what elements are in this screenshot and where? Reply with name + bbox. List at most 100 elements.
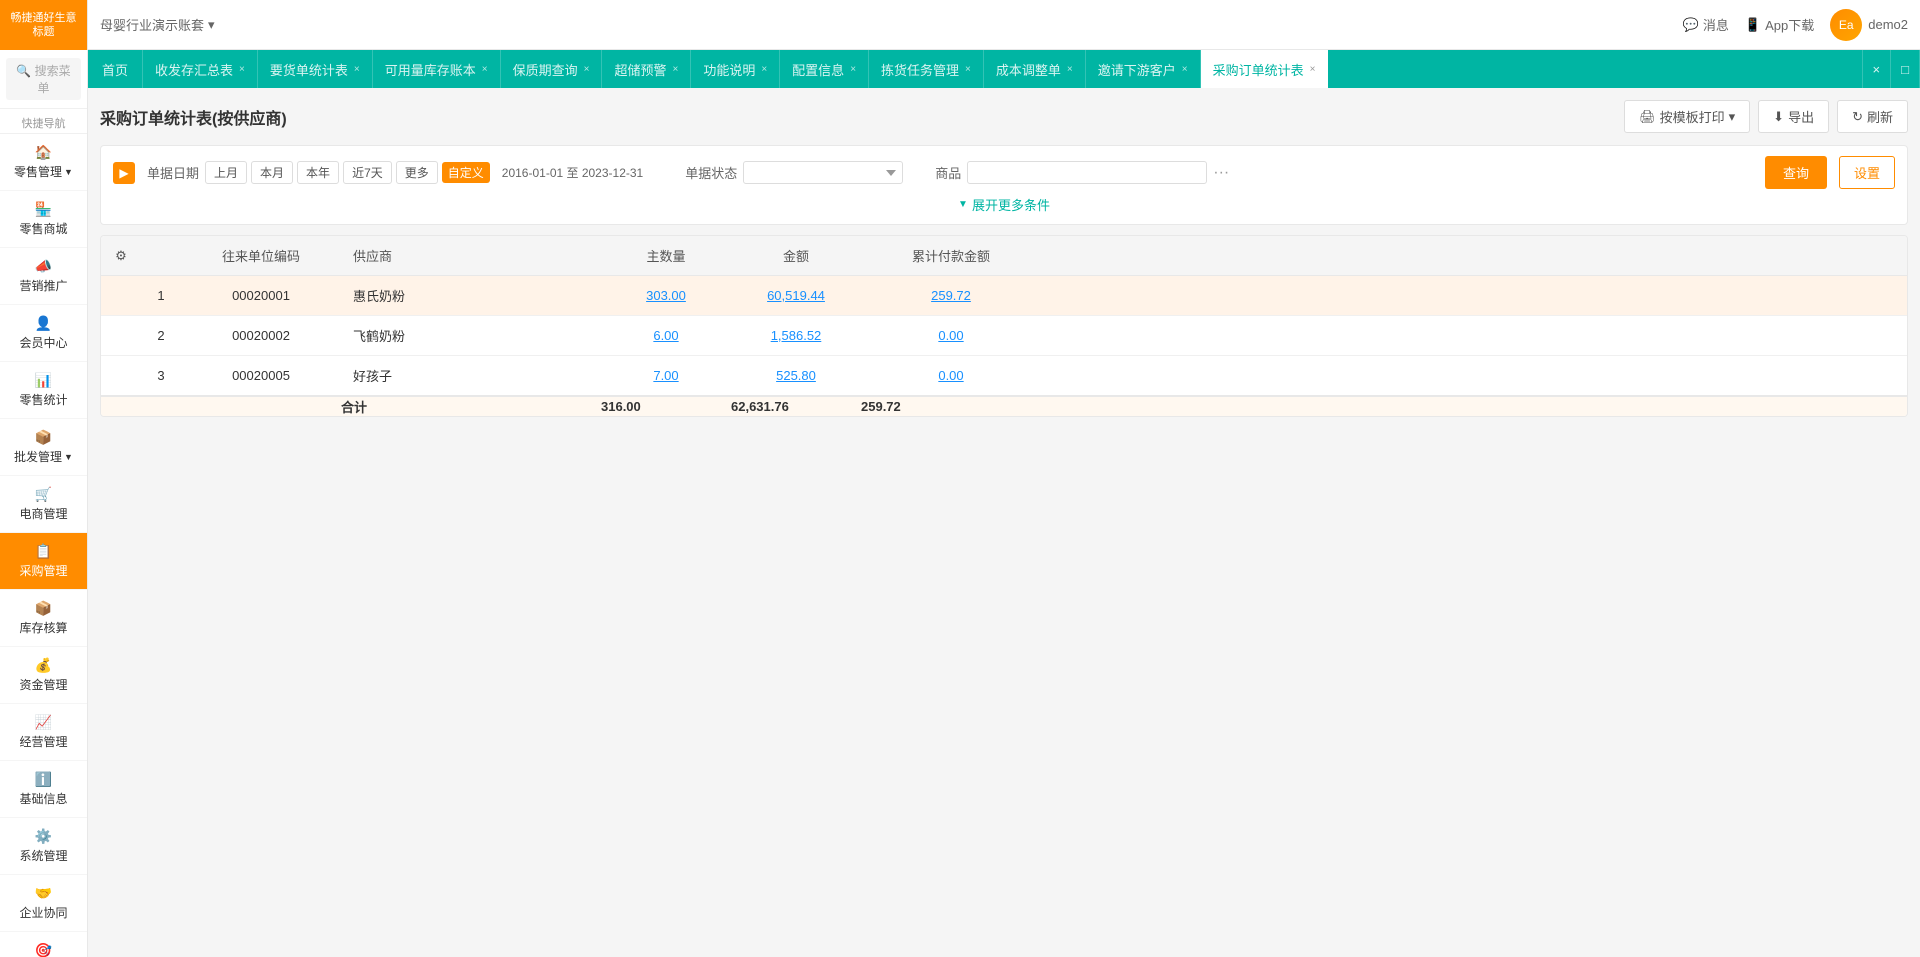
sidebar-item-member-center[interactable]: 👤 会员中心 — [0, 305, 87, 362]
tab-close-function-desc[interactable]: × — [761, 64, 767, 75]
date-btn-last-month[interactable]: 上月 — [205, 161, 247, 184]
tab-overstock-alert[interactable]: 超储预警 × — [602, 50, 691, 88]
filter-expand-btn[interactable]: ▼ 展开更多条件 — [113, 189, 1895, 214]
footer-seq-cell — [141, 396, 181, 416]
footer-extra-cell — [1041, 396, 1907, 416]
sidebar-item-retail-stats[interactable]: 📊 零售统计 — [0, 362, 87, 419]
tab-close-receive-send[interactable]: × — [239, 64, 245, 75]
sidebar-item-finance-mgmt[interactable]: 💰 资金管理 — [0, 647, 87, 704]
row-supplier-cell: 惠氏奶粉 — [341, 276, 601, 316]
tab-invite-downstream-label: 邀请下游客户 — [1098, 60, 1176, 79]
sidebar-item-marketing[interactable]: 📣 营销推广 — [0, 248, 87, 305]
settings-button[interactable]: 设置 — [1839, 156, 1895, 189]
breadcrumb[interactable]: 母婴行业演示账套 ▾ — [100, 15, 215, 34]
sidebar-item-ecommerce-mgmt[interactable]: 🛒 电商管理 — [0, 476, 87, 533]
tab-pick-task-mgmt[interactable]: 拣货任务管理 × — [869, 50, 984, 88]
col-settings-icon[interactable]: ⚙ — [115, 248, 127, 263]
row-amount-cell: 60,519.44 — [731, 276, 861, 316]
tab-receive-send-summary[interactable]: 收发存汇总表 × — [143, 50, 258, 88]
tab-close-config-info[interactable]: × — [850, 64, 856, 75]
row-main-qty-cell: 303.00 — [601, 276, 731, 316]
row-cumulative-paid-cell: 0.00 — [861, 356, 1041, 397]
status-filter: 单据状态 — [685, 161, 903, 184]
filter-row-1: ▶ 单据日期 上月 本月 本年 近7天 更多 自定义 2016-01-01 至 … — [113, 156, 1895, 189]
refresh-button[interactable]: ↻ 刷新 — [1837, 100, 1908, 133]
row-cumulative-paid-cell: 0.00 — [861, 316, 1041, 356]
tab-goods-single-stats-label: 要货单统计表 — [270, 60, 348, 79]
sidebar-item-ecommerce-mgmt-label: 电商管理 — [19, 505, 67, 522]
sidebar-item-operations-mgmt[interactable]: 📈 经营管理 — [0, 704, 87, 761]
tab-config-info-label: 配置信息 — [792, 60, 844, 79]
tab-invite-downstream[interactable]: 邀请下游客户 × — [1086, 50, 1201, 88]
goods-filter-more-icon[interactable]: ··· — [1213, 164, 1229, 182]
date-filter: 单据日期 上月 本月 本年 近7天 更多 自定义 — [147, 161, 490, 184]
sidebar-item-basic-info[interactable]: ℹ️ 基础信息 — [0, 761, 87, 818]
row-settings-cell — [101, 316, 141, 356]
export-button[interactable]: ⬇ 导出 — [1758, 100, 1829, 133]
search-menu-input[interactable]: 🔍 搜索菜单 — [6, 58, 81, 100]
tab-close-goods-single[interactable]: × — [354, 64, 360, 75]
tab-close-cost-adjustment[interactable]: × — [1067, 64, 1073, 75]
user-profile[interactable]: Ea demo2 — [1830, 9, 1908, 41]
table-row[interactable]: 2 00020002 飞鹤奶粉 6.00 1,586.52 0.00 — [101, 316, 1907, 356]
goods-filter-input[interactable] — [967, 161, 1207, 184]
tab-purchase-order-stats[interactable]: 采购订单统计表 × — [1201, 50, 1329, 88]
row-supplier-cell: 飞鹤奶粉 — [341, 316, 601, 356]
app-download-icon: 📱 — [1745, 17, 1761, 33]
date-btn-more[interactable]: 更多 — [396, 161, 438, 184]
date-btn-this-year[interactable]: 本年 — [297, 161, 339, 184]
tab-close-pick-task[interactable]: × — [965, 64, 971, 75]
logo-text: 畅捷通好生意标题 — [11, 11, 77, 40]
tab-home-label: 首页 — [102, 60, 128, 79]
print-icon: 🖨 — [1639, 109, 1656, 125]
marketing-icon: 📣 — [35, 258, 52, 275]
sidebar-item-wholesale-mgmt[interactable]: 📦 批发管理 ▼ — [0, 419, 87, 476]
sidebar-item-enterprise-collab[interactable]: 🤝 企业协同 — [0, 875, 87, 932]
table-row[interactable]: 1 00020001 惠氏奶粉 303.00 60,519.44 259.72 — [101, 276, 1907, 316]
sidebar: 畅捷通好生意标题 🔍 搜索菜单 快捷导航 🏠 零售管理 ▼ 🏪 零售商城 📣 营… — [0, 0, 88, 957]
date-custom-tag[interactable]: 自定义 — [442, 162, 490, 183]
date-btn-this-month[interactable]: 本月 — [251, 161, 293, 184]
tab-close-available-inventory[interactable]: × — [482, 64, 488, 75]
breadcrumb-dropdown-icon: ▾ — [208, 17, 215, 33]
tab-close-invite-downstream[interactable]: × — [1182, 64, 1188, 75]
tab-window-restore[interactable]: □ — [1891, 50, 1920, 88]
tab-window-close[interactable]: × — [1862, 50, 1892, 88]
status-filter-select[interactable] — [743, 161, 903, 184]
tab-goods-single-stats[interactable]: 要货单统计表 × — [258, 50, 373, 88]
print-button[interactable]: 🖨 按模板打印 ▾ — [1624, 100, 1750, 133]
date-filter-label: 单据日期 — [147, 163, 199, 182]
sidebar-item-system-mgmt[interactable]: ⚙️ 系统管理 — [0, 818, 87, 875]
sidebar-item-purchase-mgmt[interactable]: 📋 采购管理 — [0, 533, 87, 590]
app-logo: 畅捷通好生意标题 — [0, 0, 87, 50]
footer-cumulative-paid-cell: 259.72 — [861, 396, 1041, 416]
filter-toggle-arrow[interactable]: ▶ — [113, 162, 135, 184]
row-seq-cell: 2 — [141, 316, 181, 356]
sidebar-item-new-guide[interactable]: 🎯 新手引导 — [0, 932, 87, 957]
tab-available-inventory[interactable]: 可用量库存账本 × — [373, 50, 501, 88]
tab-close-expiry-query[interactable]: × — [584, 64, 590, 75]
tab-function-desc[interactable]: 功能说明 × — [691, 50, 780, 88]
app-download-label: App下载 — [1765, 15, 1814, 34]
tab-config-info[interactable]: 配置信息 × — [780, 50, 869, 88]
row-extra-cell — [1041, 316, 1907, 356]
status-filter-label: 单据状态 — [685, 163, 737, 182]
message-button[interactable]: 💬 消息 — [1683, 15, 1729, 34]
query-button[interactable]: 查询 — [1765, 156, 1827, 189]
tab-home[interactable]: 首页 — [88, 50, 143, 88]
date-btn-last-7-days[interactable]: 近7天 — [343, 161, 392, 184]
app-download-button[interactable]: 📱 App下载 — [1745, 15, 1814, 34]
sidebar-search-area[interactable]: 🔍 搜索菜单 — [0, 50, 87, 109]
sidebar-item-inventory-check[interactable]: 📦 库存核算 — [0, 590, 87, 647]
col-main-qty-header: 主数量 — [601, 236, 731, 276]
sidebar-item-retail-mall[interactable]: 🏪 零售商城 — [0, 191, 87, 248]
sidebar-item-retail-mgmt[interactable]: 🏠 零售管理 ▼ — [0, 134, 87, 191]
table-row[interactable]: 3 00020005 好孩子 7.00 525.80 0.00 — [101, 356, 1907, 397]
col-settings-header[interactable]: ⚙ — [101, 236, 141, 276]
basic-info-icon: ℹ️ — [35, 771, 52, 788]
avatar: Ea — [1830, 9, 1862, 41]
tab-expiry-query[interactable]: 保质期查询 × — [501, 50, 603, 88]
tab-cost-adjustment[interactable]: 成本调整单 × — [984, 50, 1086, 88]
tab-close-overstock-alert[interactable]: × — [672, 64, 678, 75]
tab-close-purchase-order-stats[interactable]: × — [1310, 64, 1316, 75]
